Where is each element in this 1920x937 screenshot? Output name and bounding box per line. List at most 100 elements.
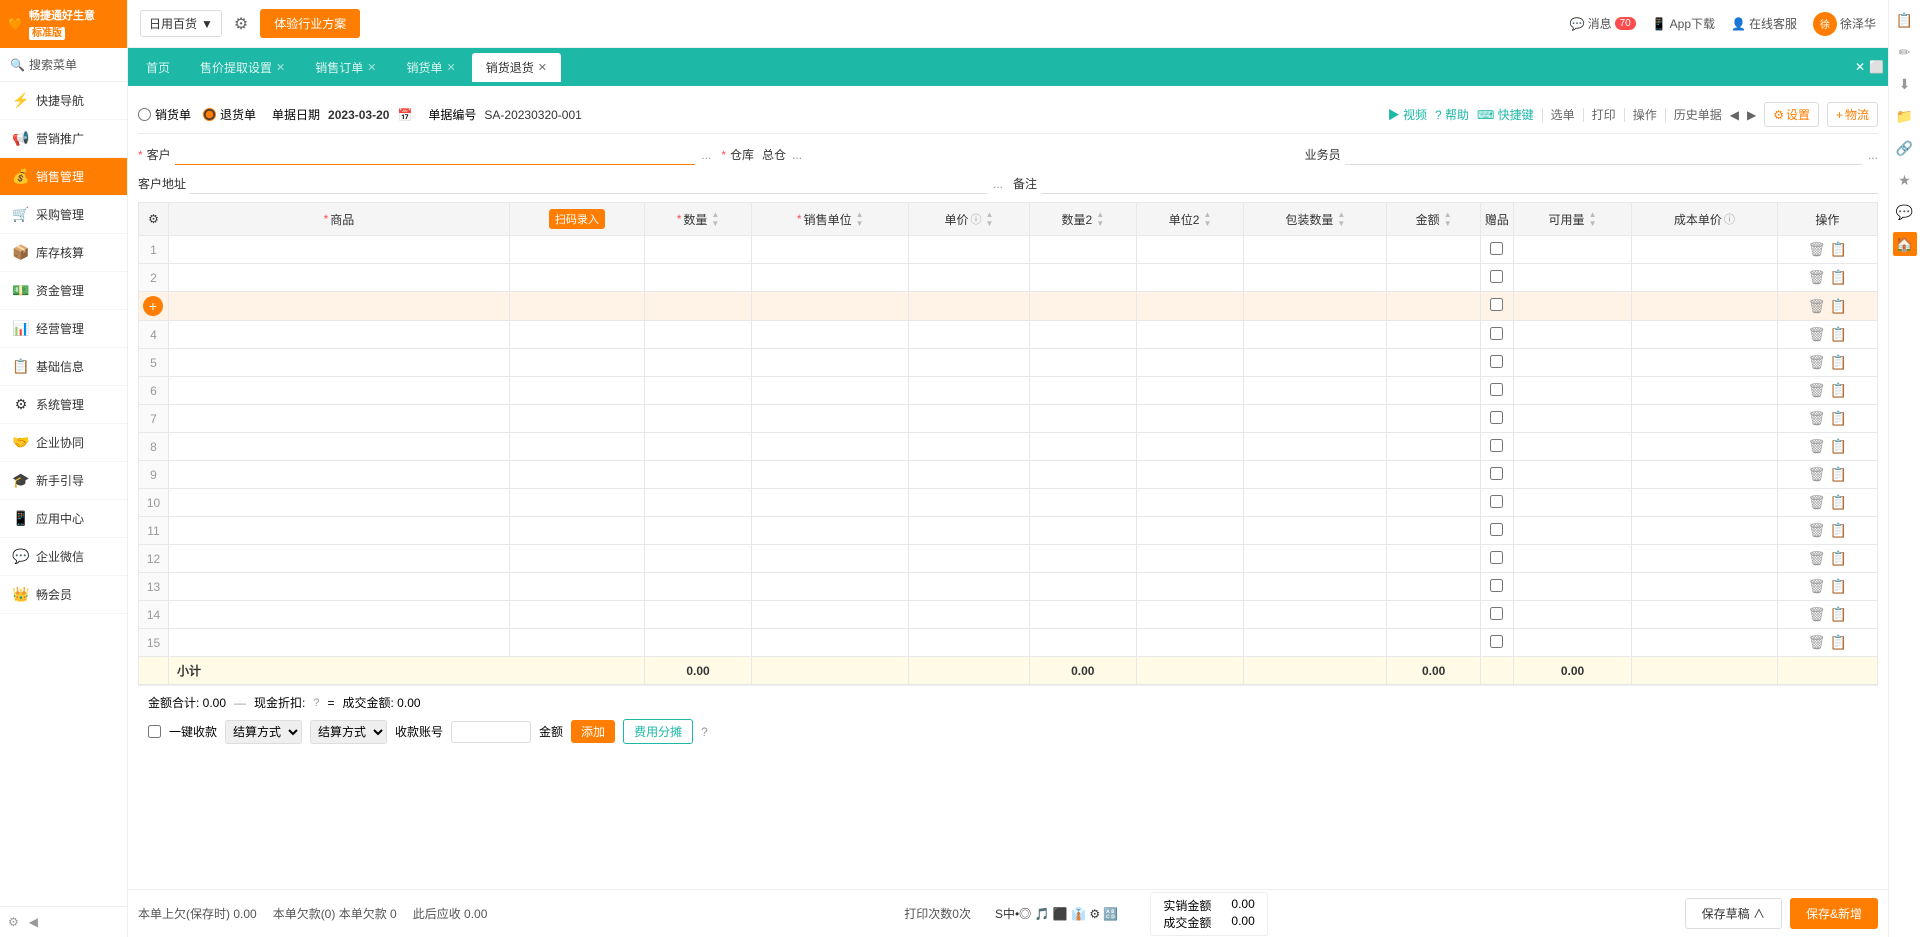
trial-btn[interactable]: 体验行业方案 bbox=[260, 9, 360, 38]
sidebar-item-finance[interactable]: 💵 资金管理 bbox=[0, 272, 127, 310]
row-delete-btn[interactable]: 🗑 bbox=[1808, 382, 1826, 399]
unit-sort[interactable]: ▲▼ bbox=[856, 211, 864, 228]
row-delete-btn[interactable]: 🗑 bbox=[1808, 354, 1826, 371]
history-btn[interactable]: 历史单据 bbox=[1674, 106, 1722, 123]
fee-help-icon[interactable]: ? bbox=[701, 725, 708, 739]
panel-icon-7[interactable]: 💬 bbox=[1893, 200, 1917, 224]
row-delete-btn[interactable]: 🗑 bbox=[1808, 550, 1826, 567]
row-pack[interactable] bbox=[1244, 236, 1387, 264]
panel-icon-6[interactable]: ★ bbox=[1893, 168, 1917, 192]
row-delete-btn[interactable]: 🗑 bbox=[1808, 438, 1826, 455]
sidebar-item-inventory[interactable]: 📦 库存核算 bbox=[0, 234, 127, 272]
row-delete-btn[interactable]: 🗑 bbox=[1808, 298, 1826, 315]
next-icon[interactable]: ▶ bbox=[1747, 108, 1756, 122]
row-copy-btn[interactable]: 📋 bbox=[1830, 466, 1847, 483]
row-copy-btn[interactable]: 📋 bbox=[1830, 382, 1847, 399]
collapse-icon[interactable]: ◀ bbox=[29, 915, 38, 929]
settings-bottom-icon[interactable]: ⚙ bbox=[8, 915, 19, 929]
unit-price-info[interactable]: ⓘ bbox=[971, 211, 982, 227]
customer-more-btn[interactable]: ... bbox=[701, 148, 711, 162]
price-sort[interactable]: ▲▼ bbox=[986, 211, 994, 228]
sidebar-item-app-center[interactable]: 📱 应用中心 bbox=[0, 500, 127, 538]
warehouse-more-btn[interactable]: ... bbox=[792, 148, 802, 162]
row-copy-btn[interactable]: 📋 bbox=[1830, 241, 1847, 258]
radio-sale[interactable]: 销货单 bbox=[138, 106, 191, 123]
row-delete-btn[interactable]: 🗑 bbox=[1808, 269, 1826, 286]
sidebar-item-wechat[interactable]: 💬 企业微信 bbox=[0, 538, 127, 576]
tab-close-order[interactable]: ✕ bbox=[367, 61, 376, 74]
row-copy-btn[interactable]: 📋 bbox=[1830, 606, 1847, 623]
row-copy-btn[interactable]: 📋 bbox=[1830, 634, 1847, 651]
tab-close-delivery[interactable]: ✕ bbox=[447, 61, 456, 74]
sidebar-item-guide[interactable]: 🎓 新手引导 bbox=[0, 462, 127, 500]
settings-btn[interactable]: ⚙ 设置 bbox=[1764, 102, 1819, 127]
add-row-btn[interactable]: + bbox=[143, 296, 163, 316]
topbar-settings-icon[interactable]: ⚙ bbox=[230, 10, 252, 38]
panel-icon-2[interactable]: ✏ bbox=[1893, 40, 1917, 64]
row-product[interactable] bbox=[169, 236, 510, 264]
customer-input[interactable] bbox=[175, 144, 696, 165]
sidebar-item-member[interactable]: 👑 畅会员 bbox=[0, 576, 127, 614]
sidebar-item-marketing[interactable]: 📢 营销推广 bbox=[0, 120, 127, 158]
settlement-method-select[interactable]: 结算方式 bbox=[225, 720, 302, 744]
sidebar-item-system[interactable]: ⚙ 系统管理 bbox=[0, 386, 127, 424]
panel-icon-8[interactable]: 🏠 bbox=[1893, 232, 1917, 256]
new-product-input[interactable] bbox=[173, 299, 505, 313]
row-qty2[interactable] bbox=[1029, 236, 1136, 264]
radio-return[interactable]: 退货单 bbox=[203, 106, 256, 123]
shortcuts-btn[interactable]: ⌨ 快捷键 bbox=[1477, 106, 1534, 123]
sidebar-search[interactable]: 🔍 搜索菜单 bbox=[0, 48, 127, 82]
panel-icon-4[interactable]: 📁 bbox=[1893, 104, 1917, 128]
row-cost[interactable] bbox=[1632, 236, 1778, 264]
row-copy-btn[interactable]: 📋 bbox=[1830, 578, 1847, 595]
category-select[interactable]: 日用百货 ▼ bbox=[140, 10, 222, 37]
wuliu-btn[interactable]: + 物流 bbox=[1827, 102, 1878, 127]
row-delete-btn[interactable]: 🗑 bbox=[1808, 494, 1826, 511]
online-service-btn[interactable]: 👤 在线客服 bbox=[1731, 15, 1797, 32]
row-delete-btn[interactable]: 🗑 bbox=[1808, 578, 1826, 595]
row-price[interactable] bbox=[909, 236, 1029, 264]
sidebar-item-purchase[interactable]: 🛒 采购管理 bbox=[0, 196, 127, 234]
remarks-input[interactable] bbox=[1041, 173, 1878, 194]
cost-price-info[interactable]: ⓘ bbox=[1724, 211, 1735, 227]
row-delete-btn[interactable]: 🗑 bbox=[1808, 410, 1826, 427]
sidebar-item-base-info[interactable]: 📋 基础信息 bbox=[0, 348, 127, 386]
draft-dropdown-icon[interactable]: ∧ bbox=[1753, 907, 1765, 921]
tab-restore[interactable]: ⬜ bbox=[1869, 60, 1884, 74]
calendar-icon[interactable]: 📅 bbox=[397, 108, 412, 122]
row-unit2[interactable] bbox=[1136, 236, 1243, 264]
sidebar-item-enterprise[interactable]: 🤝 企业协同 bbox=[0, 424, 127, 462]
row-unit[interactable] bbox=[752, 236, 909, 264]
qty2-sort[interactable]: ▲▼ bbox=[1096, 211, 1104, 228]
prev-icon[interactable]: ◀ bbox=[1730, 108, 1739, 122]
row-copy-btn[interactable]: 📋 bbox=[1830, 326, 1847, 343]
panel-icon-5[interactable]: 🔗 bbox=[1893, 136, 1917, 160]
help-btn[interactable]: ? 帮助 bbox=[1435, 106, 1469, 123]
row-copy-btn[interactable]: 📋 bbox=[1830, 410, 1847, 427]
row-copy-btn[interactable]: 📋 bbox=[1830, 298, 1847, 315]
select-btn[interactable]: 选单 bbox=[1551, 106, 1575, 123]
row-delete-btn[interactable]: 🗑 bbox=[1808, 606, 1826, 623]
discount-info[interactable]: ? bbox=[313, 697, 319, 709]
add-btn[interactable]: 添加 bbox=[571, 720, 615, 743]
row-gift[interactable] bbox=[1480, 236, 1513, 264]
amount-sort[interactable]: ▲▼ bbox=[1444, 211, 1452, 228]
sidebar-item-quick-nav[interactable]: ⚡ 快捷导航 bbox=[0, 82, 127, 120]
tab-close-all[interactable]: ✕ bbox=[1855, 60, 1865, 74]
user-profile[interactable]: 徐 徐泽华 bbox=[1813, 12, 1876, 36]
account-input[interactable] bbox=[451, 721, 531, 743]
unit2-sort[interactable]: ▲▼ bbox=[1203, 211, 1211, 228]
row-copy-btn[interactable]: 📋 bbox=[1830, 550, 1847, 567]
avail-sort[interactable]: ▲▼ bbox=[1589, 211, 1597, 228]
video-btn[interactable]: ▶ 视频 bbox=[1388, 106, 1427, 123]
qty-sort[interactable]: ▲▼ bbox=[711, 211, 719, 228]
customer-addr-input[interactable] bbox=[190, 173, 987, 194]
save-draft-btn[interactable]: 保存草稿 ∧ bbox=[1685, 898, 1782, 929]
row-copy-btn[interactable]: 📋 bbox=[1830, 522, 1847, 539]
tab-sales-order[interactable]: 销售订单 ✕ bbox=[301, 53, 390, 82]
row-qty[interactable] bbox=[644, 236, 751, 264]
row-delete-btn[interactable]: 🗑 bbox=[1808, 634, 1826, 651]
row-copy-btn[interactable]: 📋 bbox=[1830, 438, 1847, 455]
print-btn[interactable]: 打印 bbox=[1592, 106, 1616, 123]
save-new-btn[interactable]: 保存&新增 bbox=[1790, 898, 1878, 929]
